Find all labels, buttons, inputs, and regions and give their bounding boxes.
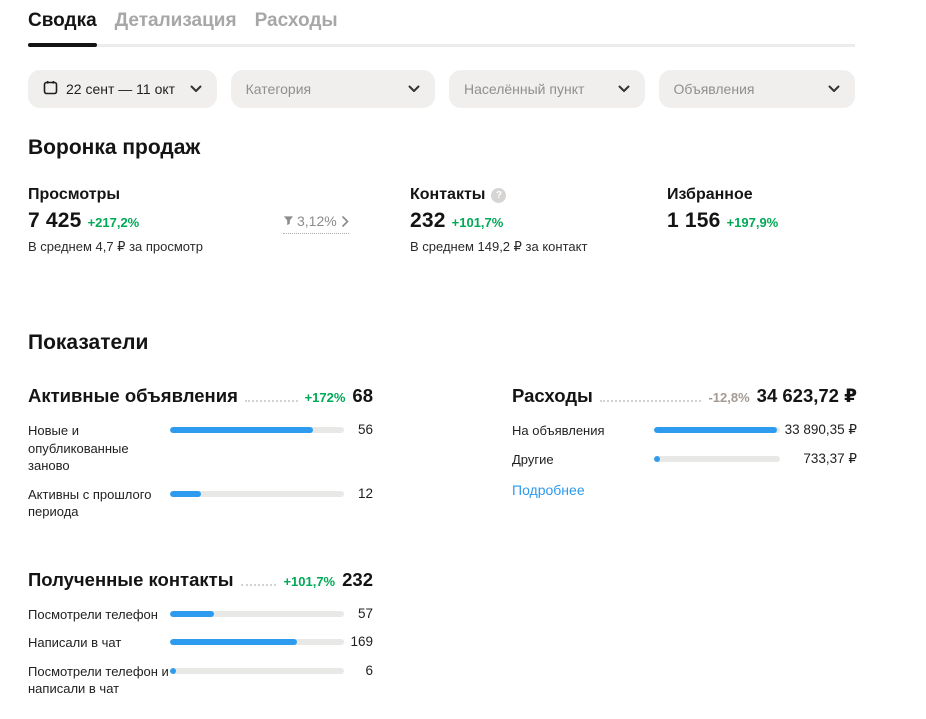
conversion-value: 3,12% — [297, 213, 337, 229]
bar-row-value: 169 — [350, 634, 373, 650]
bar-row-value: 56 — [357, 422, 373, 437]
expenses-title: Расходы — [512, 385, 593, 406]
block-received-contacts: Полученные контакты +101,7% 232 Посмотре… — [28, 569, 373, 698]
category-dropdown[interactable]: Категория — [230, 70, 435, 108]
bar-row-label: Другие — [512, 451, 554, 467]
bar-row: На объявления 33 890,35 ₽ — [512, 422, 857, 440]
bar-fill — [170, 610, 214, 617]
bar-row-label: Посмотрели телефон — [28, 606, 158, 622]
metric-favorites: Избранное 1 156 +197,9% — [667, 186, 883, 255]
location-placeholder: Населённый пункт — [463, 81, 585, 97]
bar-row: Новые и опубликованные заново 56 — [28, 422, 373, 475]
favorites-value: 1 156 — [667, 209, 721, 232]
expenses-total: 34 623,72 ₽ — [756, 385, 857, 406]
bar-row-value: 57 — [357, 605, 373, 621]
date-range-dropdown[interactable]: 22 сент — 11 окт — [28, 70, 217, 108]
bar-track — [654, 455, 780, 462]
bar-row-value: 33 890,35 ₽ — [784, 422, 857, 437]
contacts-value: 232 — [410, 209, 446, 232]
dotted-leader — [599, 400, 702, 402]
metric-contacts: Контакты ? 232 +101,7% В среднем 149,2 ₽… — [410, 186, 667, 255]
category-placeholder: Категория — [245, 81, 312, 97]
bar-fill — [654, 427, 778, 433]
active-ads-delta: +172% — [304, 390, 346, 405]
received-contacts-title: Полученные контакты — [28, 568, 234, 590]
ads-dropdown[interactable]: Объявления — [658, 70, 855, 108]
bar-row: Посмотрели телефон 57 — [28, 606, 373, 624]
chevron-down-icon — [618, 85, 630, 93]
bar-row-label: Написали в чат — [28, 635, 122, 651]
active-ads-title: Активные объявления — [28, 385, 238, 406]
bar-row-value: 12 — [357, 485, 373, 501]
bar-fill — [170, 490, 202, 497]
block-active-ads: Активные объявления +172% 68 Новые и опу… — [28, 385, 373, 521]
bar-row: Посмотрели телефон и написали в чат 6 — [28, 663, 373, 698]
bar-fill — [170, 667, 176, 674]
bar-track — [170, 427, 344, 433]
tab-bar: Сводка Детализация Расходы — [28, 10, 855, 47]
bar-track — [170, 490, 344, 497]
dotted-leader — [244, 400, 298, 402]
metric-views: Просмотры 7 425 +217,2% В среднем 4,7 ₽ … — [28, 186, 283, 255]
views-title: Просмотры — [28, 186, 121, 203]
sales-funnel-row: Просмотры 7 425 +217,2% В среднем 4,7 ₽ … — [28, 186, 883, 255]
indicator-blocks: Активные объявления +172% 68 Новые и опу… — [28, 385, 883, 698]
filter-bar: 22 сент — 11 окт Категория Населённый пу… — [28, 70, 855, 108]
bar-row-label: Посмотрели телефон и написали в чат — [28, 663, 169, 697]
contacts-delta: +101,7% — [451, 215, 504, 230]
chevron-right-icon — [341, 215, 349, 227]
bar-row-value: 6 — [365, 662, 373, 678]
tab-expenses[interactable]: Расходы — [255, 10, 338, 44]
dotted-leader — [240, 583, 277, 586]
bar-row-label: Новые и опубликованные заново — [28, 423, 129, 474]
bar-row: Написали в чат 169 — [28, 634, 373, 652]
bar-track — [654, 427, 780, 433]
chevron-down-icon — [408, 85, 420, 93]
ads-placeholder: Объявления — [673, 81, 755, 97]
location-dropdown[interactable]: Населённый пункт — [448, 70, 645, 108]
favorites-delta: +197,9% — [726, 215, 779, 230]
bar-row-value: 733,37 ₽ — [803, 450, 857, 466]
contacts-note: В среднем 149,2 ₽ за контакт — [410, 239, 588, 254]
date-range-value: 22 сент — 11 окт — [66, 81, 176, 97]
indicators-heading: Показатели — [28, 331, 149, 354]
analytics-page: Сводка Детализация Расходы 22 сент — 11 … — [0, 0, 883, 698]
funnel-icon — [283, 213, 294, 229]
chevron-down-icon — [190, 85, 202, 93]
bar-row: Активны с прошлого периода 12 — [28, 486, 373, 521]
views-note: В среднем 4,7 ₽ за просмотр — [28, 239, 203, 254]
details-link[interactable]: Подробнее — [512, 482, 585, 498]
conversion-cell: 3,12% — [283, 186, 410, 255]
block-expenses: Расходы -12,8% 34 623,72 ₽ На объявления… — [512, 385, 857, 500]
bar-track — [170, 610, 344, 617]
active-ads-total: 68 — [352, 385, 373, 406]
contacts-title: Контакты — [410, 186, 486, 203]
views-value: 7 425 — [28, 209, 82, 232]
received-contacts-delta: +101,7% — [283, 573, 336, 589]
received-contacts-total: 232 — [342, 568, 373, 590]
help-icon[interactable]: ? — [491, 187, 507, 203]
expenses-delta: -12,8% — [708, 390, 750, 405]
bar-fill — [654, 455, 660, 462]
sales-funnel-heading: Воронка продаж — [28, 136, 201, 159]
tab-details[interactable]: Детализация — [115, 10, 237, 44]
bar-row-label: На объявления — [512, 423, 605, 438]
favorites-title: Избранное — [667, 186, 753, 203]
bar-row-label: Активны с прошлого периода — [28, 486, 152, 520]
views-delta: +217,2% — [87, 215, 140, 230]
bar-row: Другие 733,37 ₽ — [512, 451, 857, 469]
bar-fill — [170, 427, 313, 433]
bar-track — [170, 639, 344, 646]
calendar-icon — [43, 80, 58, 98]
bar-track — [170, 667, 344, 674]
bar-fill — [170, 639, 298, 646]
conversion-chip[interactable]: 3,12% — [283, 213, 349, 234]
tab-summary[interactable]: Сводка — [28, 10, 97, 47]
chevron-down-icon — [828, 85, 840, 93]
